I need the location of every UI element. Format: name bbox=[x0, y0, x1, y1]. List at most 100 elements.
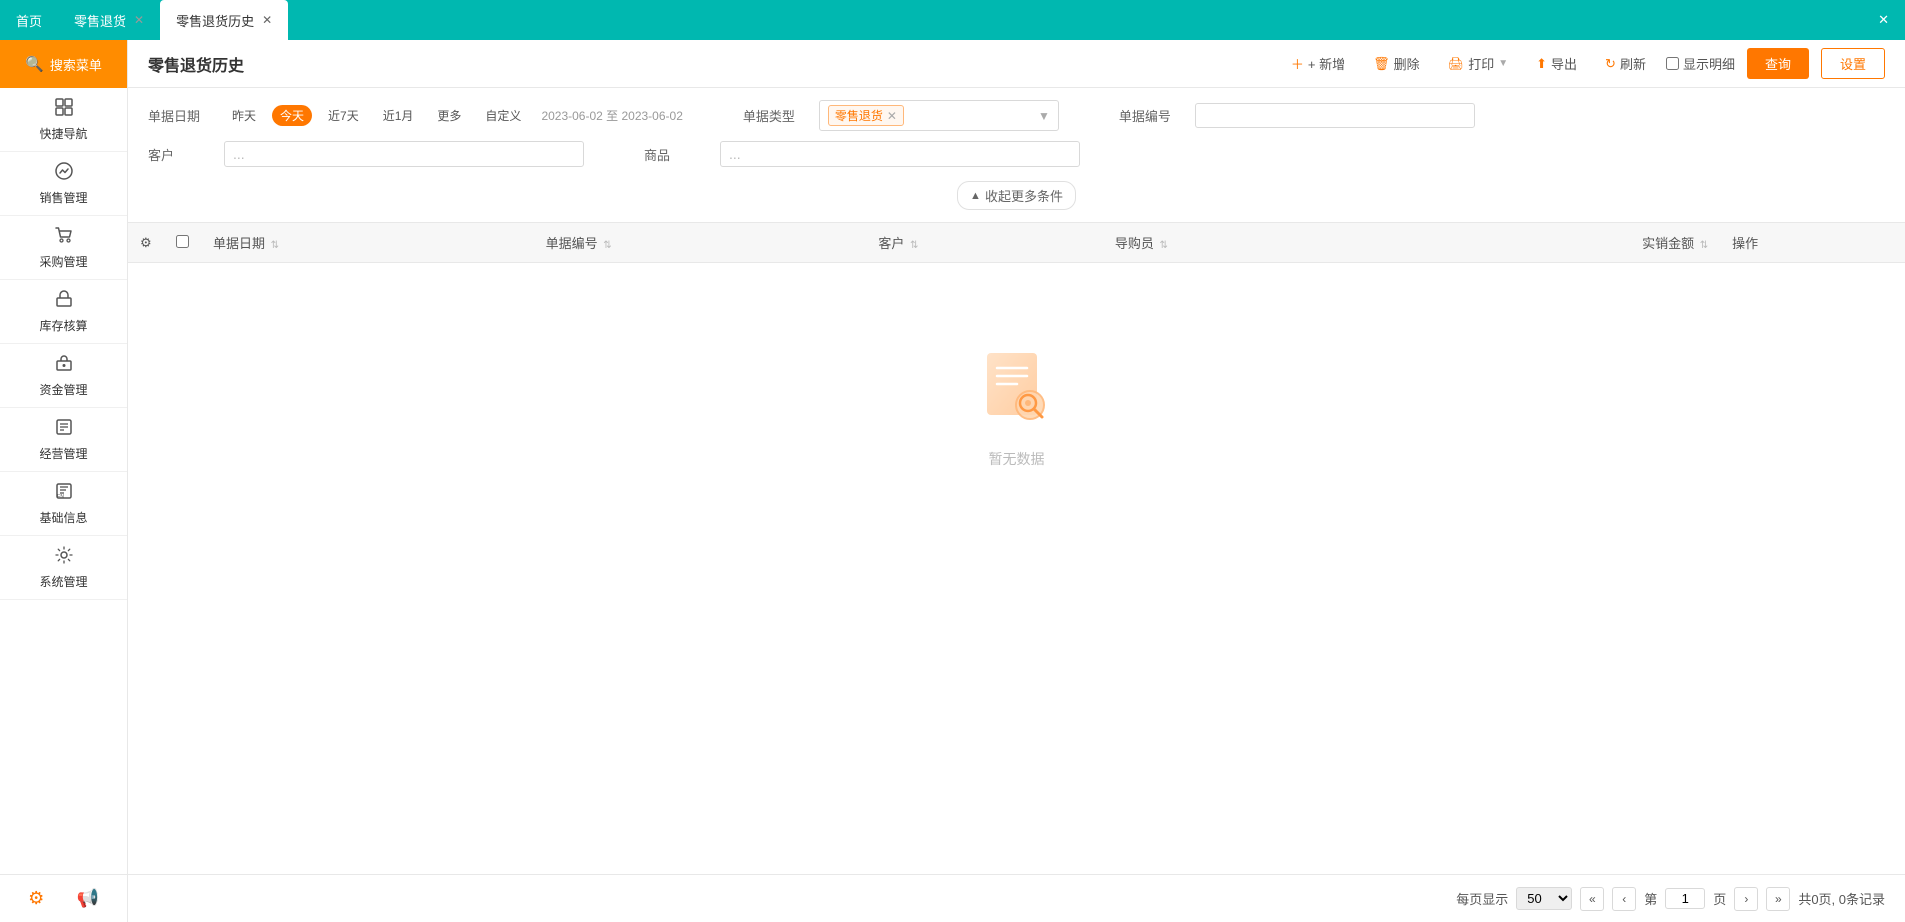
sidebar-bottom: ⚙ 📢 bbox=[0, 874, 127, 922]
col-customer: 客户 ⇅ bbox=[866, 223, 1103, 263]
tab-retail-return-history-label: 零售退货历史 bbox=[176, 11, 254, 30]
customer-filter-label: 客户 bbox=[148, 145, 204, 164]
goods-input[interactable]: ... bbox=[720, 141, 1080, 167]
export-label: 导出 bbox=[1551, 54, 1577, 73]
purchase-mgmt-icon bbox=[55, 226, 73, 249]
print-button[interactable]: 🖨 打印 ▼ bbox=[1440, 50, 1516, 77]
empty-cell: 暂无数据 bbox=[128, 263, 1905, 550]
inventory-icon bbox=[55, 290, 73, 313]
basic-info-icon: EN bbox=[55, 482, 73, 505]
empty-illustration bbox=[972, 343, 1062, 433]
settings-gear-icon[interactable]: ⚙ bbox=[28, 888, 44, 909]
col-action: 操作 bbox=[1720, 223, 1905, 263]
top-tab-bar: 首页 零售退货 ✕ 零售退货历史 ✕ ✕ bbox=[0, 0, 1905, 40]
finance-icon bbox=[55, 354, 73, 377]
close-retail-return-icon[interactable]: ✕ bbox=[134, 13, 144, 27]
sidebar-item-operations[interactable]: 经营管理 bbox=[0, 408, 127, 472]
col-amount-sort-icon[interactable]: ⇅ bbox=[1700, 240, 1708, 251]
sidebar-search-label: 搜索菜单 bbox=[50, 55, 102, 74]
sidebar-item-inventory-label: 库存核算 bbox=[39, 317, 87, 334]
page-suffix: 页 bbox=[1713, 889, 1726, 908]
col-guide-sort-icon[interactable]: ⇅ bbox=[1160, 240, 1168, 251]
collapse-button[interactable]: ▲ 收起更多条件 bbox=[957, 181, 1076, 210]
sidebar-item-system-label: 系统管理 bbox=[39, 573, 87, 590]
customer-input[interactable]: ... bbox=[224, 141, 584, 167]
type-select-arrow-icon: ▼ bbox=[1038, 109, 1050, 123]
goods-dots: ... bbox=[729, 146, 741, 162]
total-records-label: 共0页, 0条记录 bbox=[1798, 889, 1885, 908]
tab-home-label: 首页 bbox=[16, 11, 42, 30]
search-icon: 🔍 bbox=[25, 55, 44, 73]
date-btn-today[interactable]: 今天 bbox=[272, 105, 312, 126]
query-button[interactable]: 查询 bbox=[1747, 48, 1809, 79]
refresh-label: 刷新 bbox=[1620, 54, 1646, 73]
export-button[interactable]: ⬆ 导出 bbox=[1528, 50, 1585, 77]
show-detail-toggle[interactable]: 显示明细 bbox=[1666, 54, 1735, 73]
sidebar-item-finance[interactable]: 资金管理 bbox=[0, 344, 127, 408]
date-btn-custom[interactable]: 自定义 bbox=[477, 105, 529, 126]
col-number-sort-icon[interactable]: ⇅ bbox=[603, 240, 611, 251]
sidebar-item-sales-mgmt[interactable]: 销售管理 bbox=[0, 152, 127, 216]
next-page-button[interactable]: › bbox=[1734, 887, 1758, 911]
page-number-input[interactable]: 1 bbox=[1665, 888, 1705, 909]
col-guide: 导购员 ⇅ bbox=[1103, 223, 1388, 263]
number-input[interactable] bbox=[1195, 103, 1475, 128]
select-all-checkbox[interactable] bbox=[176, 235, 189, 248]
col-date-label: 单据日期 bbox=[213, 236, 265, 251]
col-customer-sort-icon[interactable]: ⇅ bbox=[910, 240, 918, 251]
delete-icon: 🗑 bbox=[1373, 56, 1390, 72]
volume-icon[interactable]: 📢 bbox=[76, 888, 98, 909]
col-amount-label: 实销金额 bbox=[1642, 236, 1694, 251]
customer-dots: ... bbox=[233, 146, 245, 162]
type-tag: 零售退货 ✕ bbox=[828, 105, 904, 126]
new-label: + 新增 bbox=[1308, 54, 1345, 73]
col-check[interactable] bbox=[164, 223, 201, 263]
type-tag-close-icon[interactable]: ✕ bbox=[887, 109, 897, 123]
col-amount: 实销金额 ⇅ bbox=[1388, 223, 1721, 263]
last-page-button[interactable]: » bbox=[1766, 887, 1790, 911]
type-select[interactable]: 零售退货 ✕ ▼ bbox=[819, 100, 1059, 131]
refresh-button[interactable]: ↻ 刷新 bbox=[1597, 50, 1654, 77]
sidebar-item-purchase-mgmt[interactable]: 采购管理 bbox=[0, 216, 127, 280]
window-close-button[interactable]: ✕ bbox=[1878, 12, 1905, 28]
data-table: ⚙ 单据日期 ⇅ 单据编号 ⇅ bbox=[128, 223, 1905, 549]
collapse-up-icon: ▲ bbox=[970, 190, 981, 202]
sidebar-search[interactable]: 🔍 搜索菜单 bbox=[0, 40, 127, 88]
sidebar-item-basic-info[interactable]: EN 基础信息 bbox=[0, 472, 127, 536]
col-guide-label: 导购员 bbox=[1115, 236, 1154, 251]
sidebar-item-basic-info-label: 基础信息 bbox=[39, 509, 87, 526]
table-settings-icon[interactable]: ⚙ bbox=[140, 235, 152, 250]
show-detail-checkbox[interactable] bbox=[1666, 57, 1679, 70]
sidebar-item-finance-label: 资金管理 bbox=[39, 381, 87, 398]
col-settings[interactable]: ⚙ bbox=[128, 223, 164, 263]
main-layout: 🔍 搜索菜单 快捷导航 销售管理 采购管理 库存核算 bbox=[0, 40, 1905, 922]
toolbar: ＋ + 新增 🗑 删除 🖨 打印 ▼ ⬆ 导出 ↻ bbox=[1283, 48, 1885, 79]
system-mgmt-icon bbox=[55, 546, 73, 569]
tab-retail-return-history[interactable]: 零售退货历史 ✕ bbox=[160, 0, 288, 40]
prev-page-button[interactable]: ‹ bbox=[1612, 887, 1636, 911]
sidebar-item-inventory[interactable]: 库存核算 bbox=[0, 280, 127, 344]
settings-button[interactable]: 设置 bbox=[1821, 48, 1885, 79]
date-btn-more[interactable]: 更多 bbox=[429, 105, 469, 126]
print-arrow-icon: ▼ bbox=[1498, 58, 1508, 69]
first-page-button[interactable]: « bbox=[1580, 887, 1604, 911]
sidebar-item-system[interactable]: 系统管理 bbox=[0, 536, 127, 600]
content-area: 零售退货历史 ＋ + 新增 🗑 删除 🖨 打印 ▼ ⬆ 导出 bbox=[128, 40, 1905, 922]
tab-retail-return[interactable]: 零售退货 ✕ bbox=[58, 0, 160, 40]
col-action-label: 操作 bbox=[1732, 236, 1758, 251]
per-page-select[interactable]: 50 10 20 100 bbox=[1516, 887, 1572, 910]
sidebar-item-sales-mgmt-label: 销售管理 bbox=[39, 189, 87, 206]
col-date-sort-icon[interactable]: ⇅ bbox=[271, 240, 279, 251]
date-btn-yesterday[interactable]: 昨天 bbox=[224, 105, 264, 126]
export-icon: ⬆ bbox=[1536, 56, 1547, 72]
date-btn-last-month[interactable]: 近1月 bbox=[375, 105, 422, 126]
new-button[interactable]: ＋ + 新增 bbox=[1283, 50, 1353, 77]
table-area: ⚙ 单据日期 ⇅ 单据编号 ⇅ bbox=[128, 223, 1905, 874]
sidebar-item-quick-nav[interactable]: 快捷导航 bbox=[0, 88, 127, 152]
close-retail-return-history-icon[interactable]: ✕ bbox=[262, 13, 272, 27]
delete-button[interactable]: 🗑 删除 bbox=[1365, 50, 1428, 77]
tab-home[interactable]: 首页 bbox=[0, 0, 58, 40]
empty-text: 暂无数据 bbox=[989, 449, 1045, 469]
date-btn-last7[interactable]: 近7天 bbox=[320, 105, 367, 126]
type-filter-label: 单据类型 bbox=[743, 106, 799, 125]
